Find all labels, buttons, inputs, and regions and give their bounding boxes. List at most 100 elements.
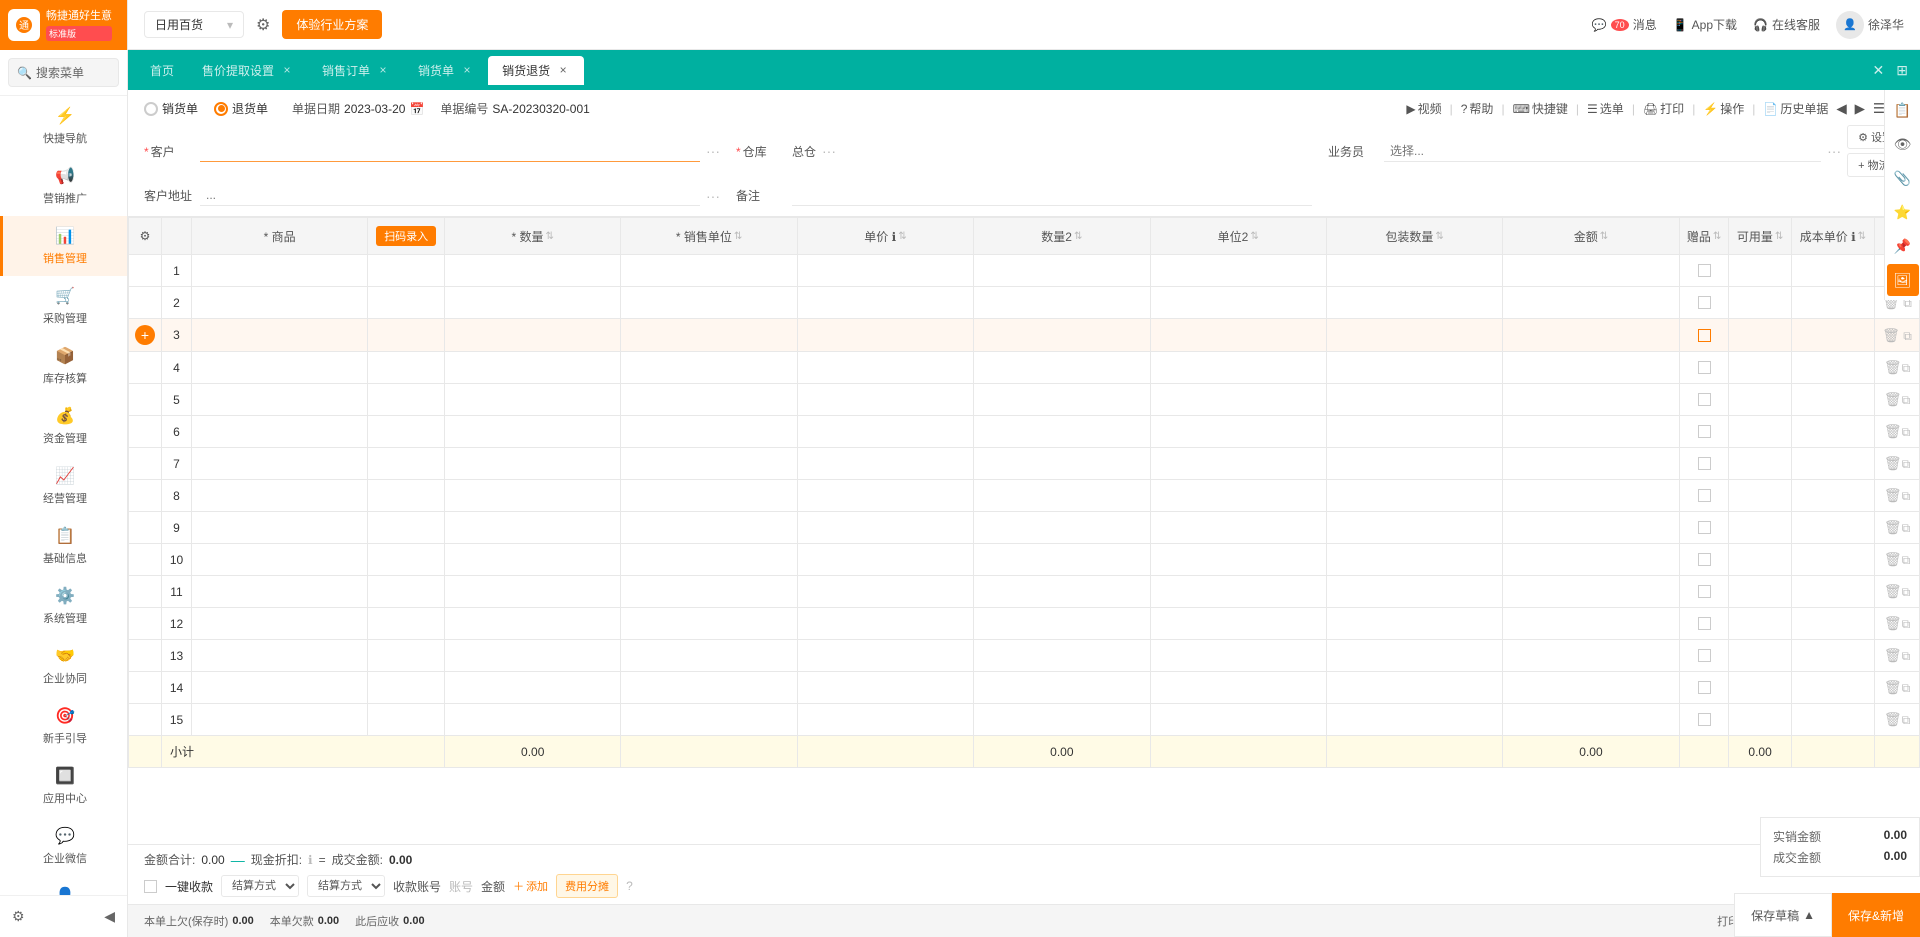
sidebar-item-purchase[interactable]: 🛒 采购管理 <box>0 276 127 336</box>
row5-delete-button[interactable]: 🗑 <box>1884 391 1902 408</box>
online-service-button[interactable]: 🎧 在线客服 <box>1753 16 1820 33</box>
row2-price-input[interactable] <box>804 296 967 310</box>
cost-sort[interactable]: 成本单价 ℹ ⇅ <box>1800 228 1866 245</box>
row10-delete-button[interactable]: 🗑 <box>1884 551 1902 568</box>
row1-qty[interactable] <box>445 255 621 287</box>
sidebar-item-inventory[interactable]: 📦 库存核算 <box>0 336 127 396</box>
row1-qty2[interactable] <box>974 255 1150 287</box>
row8-goods-input[interactable] <box>198 489 361 503</box>
sidebar-item-wechat[interactable]: 💬 企业微信 <box>0 816 127 876</box>
next-record-button[interactable]: ▶ <box>1855 101 1865 117</box>
calendar-icon[interactable]: 📅 <box>409 102 424 116</box>
sidebar-item-finance[interactable]: 💰 资金管理 <box>0 396 127 456</box>
row5-goods-input[interactable] <box>198 393 361 407</box>
row7-delete-button[interactable]: 🗑 <box>1884 455 1902 472</box>
row3-unit2[interactable] <box>1150 319 1326 352</box>
calc-method-select[interactable]: 结算方式 <box>307 875 385 897</box>
row7-goods-input[interactable] <box>198 457 361 471</box>
row10-goods-input[interactable] <box>198 553 361 567</box>
sidebar-collapse-button[interactable]: ◀ <box>100 904 119 929</box>
row12-gift-checkbox[interactable] <box>1698 617 1711 630</box>
sidebar-item-sales[interactable]: 📊 销售管理 <box>0 216 127 276</box>
row6-gift-checkbox[interactable] <box>1698 425 1711 438</box>
sidebar-item-marketing[interactable]: 📢 营销推广 <box>0 156 127 216</box>
address-search-icon[interactable]: ··· <box>706 188 720 204</box>
right-panel-btn-2[interactable]: 👁 <box>1887 128 1919 160</box>
qty-sort[interactable]: * 数量 ⇅ <box>512 228 554 245</box>
row14-gift-checkbox[interactable] <box>1698 681 1711 694</box>
row4-goods-input[interactable] <box>198 361 361 375</box>
row4-copy-button[interactable]: ⧉ <box>1902 361 1911 376</box>
row9-copy-button[interactable]: ⧉ <box>1902 521 1911 536</box>
row9-gift-checkbox[interactable] <box>1698 521 1711 534</box>
row3-unit2-input[interactable] <box>1157 328 1320 342</box>
row3-goods[interactable] <box>192 319 368 352</box>
row2-unit2[interactable] <box>1150 287 1326 319</box>
row2-gift-checkbox[interactable] <box>1698 296 1711 309</box>
unit-sort[interactable]: * 销售单位 ⇅ <box>676 228 742 245</box>
one-click-payment-checkbox[interactable] <box>144 880 157 893</box>
discount-help-icon[interactable]: ℹ <box>308 853 313 867</box>
row11-copy-button[interactable]: ⧉ <box>1902 585 1911 600</box>
tab-close-all-button[interactable]: ✕ <box>1869 58 1889 83</box>
unit2-sort[interactable]: 单位2 ⇅ <box>1218 228 1259 245</box>
app-download-button[interactable]: 📱 App下载 <box>1673 16 1737 33</box>
row2-unit2-input[interactable] <box>1157 296 1320 310</box>
user-profile[interactable]: 👤 徐泽华 <box>1836 11 1904 39</box>
row1-unit-input[interactable] <box>627 264 790 278</box>
toolbar-operate-link[interactable]: ⚡ 操作 <box>1703 100 1744 117</box>
sidebar-item-basic[interactable]: 📋 基础信息 <box>0 516 127 576</box>
th-settings[interactable]: ⚙ <box>129 218 162 255</box>
row15-delete-button[interactable]: 🗑 <box>1884 711 1902 728</box>
row3-gift-checkbox[interactable] <box>1698 329 1711 342</box>
right-panel-btn-3[interactable]: 📎 <box>1887 162 1919 194</box>
radio-delivery[interactable]: 销货单 <box>144 100 198 117</box>
row2-price[interactable] <box>797 287 973 319</box>
toolbar-select-link[interactable]: ☰ 选单 <box>1587 100 1624 117</box>
row6-delete-button[interactable]: 🗑 <box>1884 423 1902 440</box>
row14-delete-button[interactable]: 🗑 <box>1884 679 1902 696</box>
sidebar-item-system[interactable]: ⚙️ 系统管理 <box>0 576 127 636</box>
row1-unit2-input[interactable] <box>1157 264 1320 278</box>
prev-record-button[interactable]: ◀ <box>1836 101 1846 117</box>
row3-qty2[interactable] <box>974 319 1150 352</box>
sidebar-item-operation[interactable]: 📈 经营管理 <box>0 456 127 516</box>
customer-search-icon[interactable]: ··· <box>706 143 720 159</box>
row6-goods-input[interactable] <box>198 425 361 439</box>
gift-sort[interactable]: 赠品 ⇅ <box>1687 228 1721 245</box>
address-input[interactable] <box>200 185 700 206</box>
row8-copy-button[interactable]: ⧉ <box>1902 489 1911 504</box>
th-scan[interactable]: 扫码录入 <box>368 218 445 255</box>
row1-qty-input[interactable] <box>451 264 614 278</box>
qty2-sort[interactable]: 数量2 ⇅ <box>1041 228 1082 245</box>
row6-copy-button[interactable]: ⧉ <box>1902 425 1911 440</box>
staff-search-icon[interactable]: ··· <box>1827 143 1841 159</box>
row2-qty-input[interactable] <box>451 296 614 310</box>
row3-amount-input[interactable] <box>1509 328 1672 342</box>
row7-gift-checkbox[interactable] <box>1698 457 1711 470</box>
row3-price-input[interactable] <box>804 328 967 342</box>
notification-button[interactable]: 💬 70 消息 <box>1592 16 1657 33</box>
row3-qty2-input[interactable] <box>980 328 1143 342</box>
header-settings-button[interactable]: ⚙ <box>252 11 274 39</box>
sidebar-item-guide[interactable]: 🎯 新手引导 <box>0 696 127 756</box>
row13-goods-input[interactable] <box>198 649 361 663</box>
goods-sort[interactable]: * 商品 <box>264 228 296 245</box>
row14-goods-input[interactable] <box>198 681 361 695</box>
row8-delete-button[interactable]: 🗑 <box>1884 487 1902 504</box>
save-new-button[interactable]: 保存&新增 <box>1832 893 1920 937</box>
row7-copy-button[interactable]: ⧉ <box>1902 457 1911 472</box>
amount-sort[interactable]: 金额 ⇅ <box>1574 228 1608 245</box>
row10-copy-button[interactable]: ⧉ <box>1902 553 1911 568</box>
tab-price-settings[interactable]: 售价提取设置 × <box>188 56 308 85</box>
row1-unit2[interactable] <box>1150 255 1326 287</box>
row3-unit-input[interactable] <box>627 328 790 342</box>
row1-pack[interactable] <box>1326 255 1502 287</box>
tab-sales-order-close[interactable]: × <box>376 63 390 77</box>
tab-sales-delivery[interactable]: 销货单 × <box>404 56 488 85</box>
row2-unit-input[interactable] <box>627 296 790 310</box>
sidebar-settings-button[interactable]: ⚙ <box>8 904 29 929</box>
row3-copy-button[interactable]: ⧉ <box>1903 329 1912 344</box>
row2-goods[interactable] <box>192 287 368 319</box>
row5-gift-checkbox[interactable] <box>1698 393 1711 406</box>
